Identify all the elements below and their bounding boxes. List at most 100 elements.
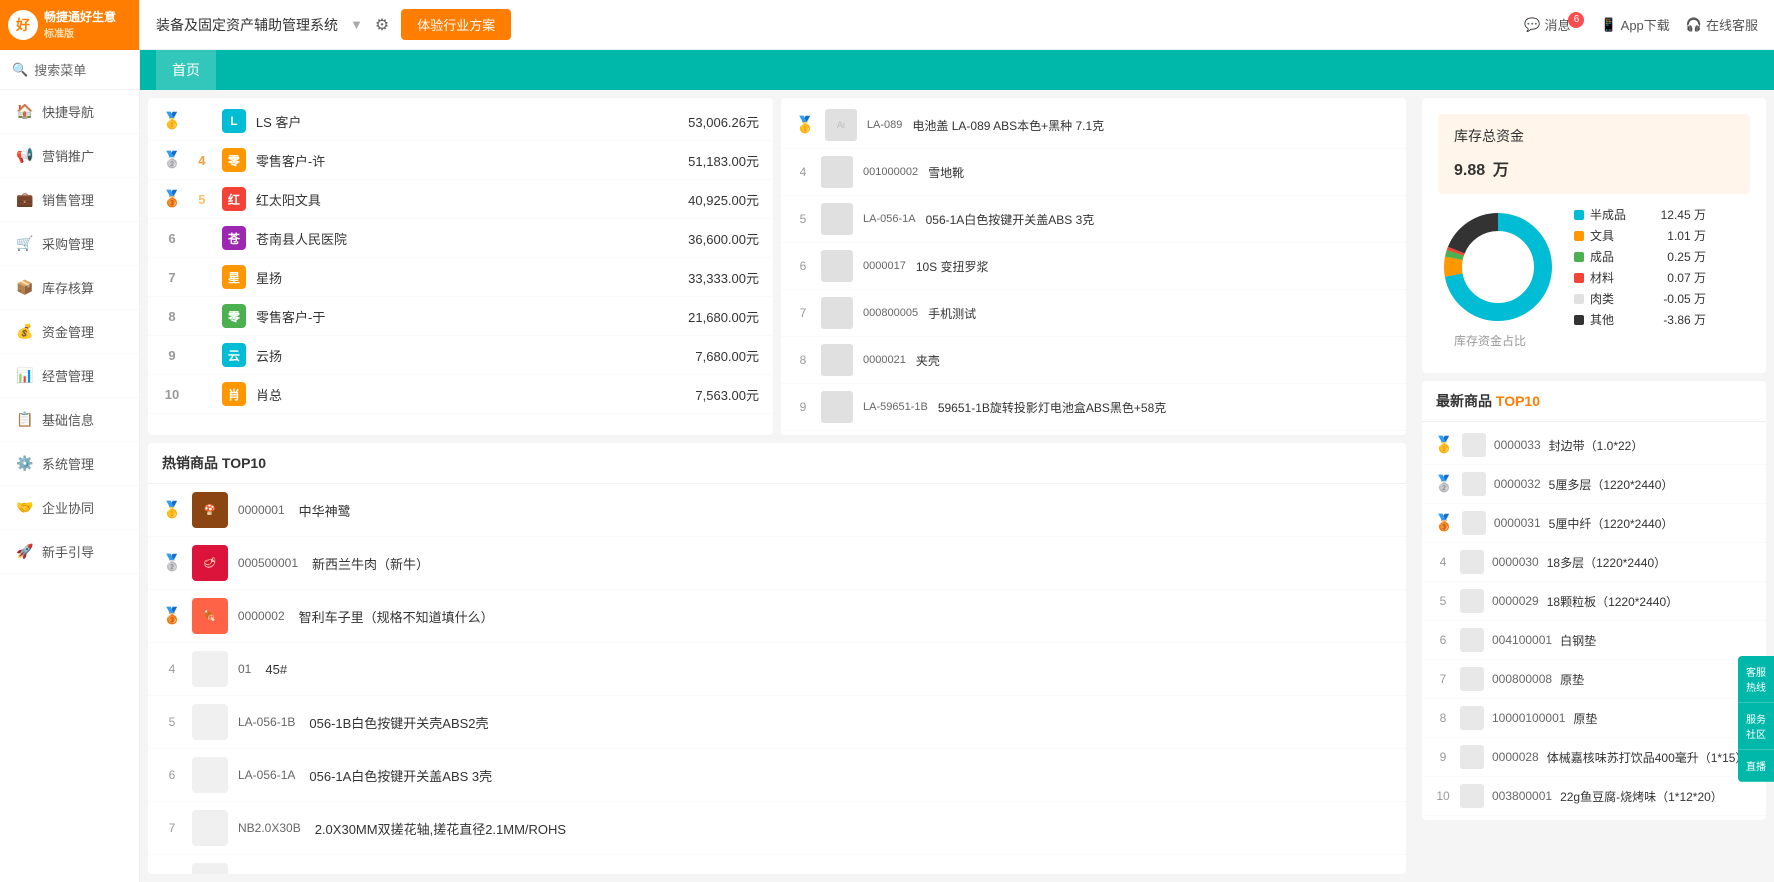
search-menu-btn[interactable]: 🔍 搜索菜单 xyxy=(12,60,127,79)
product-img xyxy=(821,297,853,329)
product-name: 5厘中纤（1220*2440） xyxy=(1549,515,1754,532)
product-img xyxy=(1460,745,1484,769)
medal-silver-icon: 🥈 xyxy=(162,150,182,170)
sidebar-item-sales[interactable]: 💼 销售管理 xyxy=(0,178,139,222)
rank-medal-icon: 🥈 xyxy=(162,553,182,573)
product-code: 0000028 xyxy=(1492,750,1539,764)
product-code: 004100001 xyxy=(1492,633,1552,647)
online-service-label: 在线客服 xyxy=(1706,15,1758,34)
sales-icon: 💼 xyxy=(16,191,34,208)
sidebar-item-finance[interactable]: 💰 资金管理 xyxy=(0,310,139,354)
product-name: 5厘多层（1220*2440） xyxy=(1549,476,1754,493)
product-name: 18多层（1220*2440） xyxy=(1547,554,1754,571)
product-code: 000500001 xyxy=(238,556,298,570)
home-icon: 🏠 xyxy=(16,103,34,120)
customer-name: 零售客户-许 xyxy=(256,151,678,170)
product-img xyxy=(1462,511,1486,535)
customer-service-btn[interactable]: 客服热线 xyxy=(1738,656,1774,703)
system-icon: ⚙️ xyxy=(16,455,34,472)
settings-icon[interactable]: ⚙ xyxy=(375,15,389,35)
product-img xyxy=(1460,628,1484,652)
sidebar-item-system[interactable]: ⚙️ 系统管理 xyxy=(0,442,139,486)
inventory-card: 库存总资金 9.88 万 xyxy=(1422,98,1766,373)
inventory-ratio-label: 库存资金占比 xyxy=(1438,328,1750,357)
product-name: 原垫 xyxy=(1573,710,1754,727)
sidebar-item-quicknav-label: 快捷导航 xyxy=(42,102,94,121)
customer-name: 肖总 xyxy=(256,385,685,404)
headset-icon: 🎧 xyxy=(1686,17,1702,33)
cooperation-icon: 🤝 xyxy=(16,499,34,516)
customer-rank-list: 🥇 L LS 客户 53,006.26元 🥈 4 零 零售客户-许 51,183… xyxy=(148,98,773,418)
legend-value-material: 0.07 万 xyxy=(1646,269,1706,286)
rank-item: 8 零 零售客户-于 21,680.00元 xyxy=(148,297,773,336)
content-area: 🥇 L LS 客户 53,006.26元 🥈 4 零 零售客户-许 51,183… xyxy=(140,90,1774,882)
trial-plan-button[interactable]: 体验行业方案 xyxy=(401,9,511,40)
live-btn[interactable]: 直播 xyxy=(1738,750,1774,782)
medal-gold-icon: 🥇 xyxy=(162,111,182,131)
rank-number: 5 xyxy=(1434,594,1452,608)
online-service-btn[interactable]: 🎧 在线客服 xyxy=(1686,15,1758,34)
sidebar-item-finance-label: 资金管理 xyxy=(42,322,94,341)
product-name: 056-1B白色按键开关壳ABS2壳 xyxy=(309,713,488,732)
product-img xyxy=(1462,433,1486,457)
system-title: 装备及固定资产辅助管理系统 xyxy=(156,15,338,35)
legend-meat: 肉类 -0.05 万 xyxy=(1574,290,1706,307)
product-rank-item: 6 0000017 10S 变扭罗浆 xyxy=(781,243,1406,290)
product-rank-panel: 🥇 Ai LA-089 电池盖 LA-089 ABS本色+黑种 7.1克 4 0… xyxy=(781,98,1406,435)
new-product-item: 4 0000030 18多层（1220*2440） xyxy=(1422,543,1766,582)
new-product-item: 9 0000028 体械嘉核味苏打饮品400毫升（1*15） xyxy=(1422,738,1766,777)
basics-icon: 📋 xyxy=(16,411,34,428)
main: 装备及固定资产辅助管理系统 ▼ ⚙ 体验行业方案 💬 消息 6 📱 App下载 … xyxy=(140,0,1774,882)
product-name: 智利车子里（规格不知道填什么） xyxy=(299,607,494,626)
product-name: 体械嘉核味苏打饮品400毫升（1*15） xyxy=(1547,749,1754,766)
logo-app-name: 畅捷通好生意 xyxy=(44,10,116,26)
product-name: 12070519-xs xyxy=(298,874,373,875)
sidebar-item-basics[interactable]: 📋 基础信息 xyxy=(0,398,139,442)
customer-amount: 7,563.00元 xyxy=(695,385,759,404)
product-item: 🥉 🍖 0000002 智利车子里（规格不知道填什么） xyxy=(148,590,1406,643)
product-code: 0000029 xyxy=(1492,594,1539,608)
sidebar-item-inventory[interactable]: 📦 库存核算 xyxy=(0,266,139,310)
topbar: 装备及固定资产辅助管理系统 ▼ ⚙ 体验行业方案 💬 消息 6 📱 App下载 … xyxy=(140,0,1774,50)
rank-number: 7 xyxy=(1434,672,1452,686)
app-download-btn[interactable]: 📱 App下载 xyxy=(1600,15,1669,34)
search-icon: 🔍 xyxy=(12,62,28,78)
rank-number: 5 xyxy=(162,715,182,729)
sidebar-logo: 好 畅捷通好生意 标准版 xyxy=(0,0,139,50)
product-rank-item: 🥇 Ai LA-089 电池盖 LA-089 ABS本色+黑种 7.1克 xyxy=(781,102,1406,149)
rank-number: 6 xyxy=(162,231,182,246)
sidebar-item-purchase[interactable]: 🛒 采购管理 xyxy=(0,222,139,266)
rank-item: 7 星 星扬 33,333.00元 xyxy=(148,258,773,297)
community-btn[interactable]: 服务社区 xyxy=(1738,703,1774,750)
customer-amount: 33,333.00元 xyxy=(688,268,759,287)
rank-number: 6 xyxy=(1434,633,1452,647)
sidebar-search[interactable]: 🔍 搜索菜单 xyxy=(0,50,139,90)
sidebar-item-guide[interactable]: 🚀 新手引导 xyxy=(0,530,139,574)
product-code: NB2.0X30B xyxy=(238,821,301,835)
nav-tabs: 首页 xyxy=(140,50,1774,90)
sidebar-item-marketing[interactable]: 📢 营销推广 xyxy=(0,134,139,178)
operations-icon: 📊 xyxy=(16,367,34,384)
rank-item: 10 肖 肖总 7,563.00元 xyxy=(148,375,773,414)
new-product-item: 6 004100001 白钢垫 xyxy=(1422,621,1766,660)
purchase-icon: 🛒 xyxy=(16,235,34,252)
sidebar-item-operations[interactable]: 📊 经营管理 xyxy=(0,354,139,398)
product-img xyxy=(821,250,853,282)
customer-avatar: 零 xyxy=(222,148,246,172)
hot-products-panel: 热销商品 TOP10 🥇 🍄 0000001 中华神鹭 🥈 🥩 00050000… xyxy=(148,443,1406,874)
tab-home[interactable]: 首页 xyxy=(156,50,216,90)
dropdown-arrow-icon[interactable]: ▼ xyxy=(350,17,363,32)
sidebar-item-cooperation[interactable]: 🤝 企业协同 xyxy=(0,486,139,530)
product-img xyxy=(1460,706,1484,730)
inventory-legend: 半成品 12.45 万 文具 1.01 万 成品 0.25 万 xyxy=(1574,206,1706,328)
rank-item: 9 云 云扬 7,680.00元 xyxy=(148,336,773,375)
sidebar-item-guide-label: 新手引导 xyxy=(42,542,94,561)
rank-number: 4 xyxy=(162,662,182,676)
rank-item: 🥇 L LS 客户 53,006.26元 xyxy=(148,102,773,141)
product-img xyxy=(1460,784,1484,808)
search-label: 搜索菜单 xyxy=(34,60,86,79)
rank-number: 10 xyxy=(162,387,182,402)
message-btn[interactable]: 💬 消息 6 xyxy=(1524,15,1584,34)
rank-item: 6 苍 苍南县人民医院 36,600.00元 xyxy=(148,219,773,258)
sidebar-item-quicknav[interactable]: 🏠 快捷导航 xyxy=(0,90,139,134)
